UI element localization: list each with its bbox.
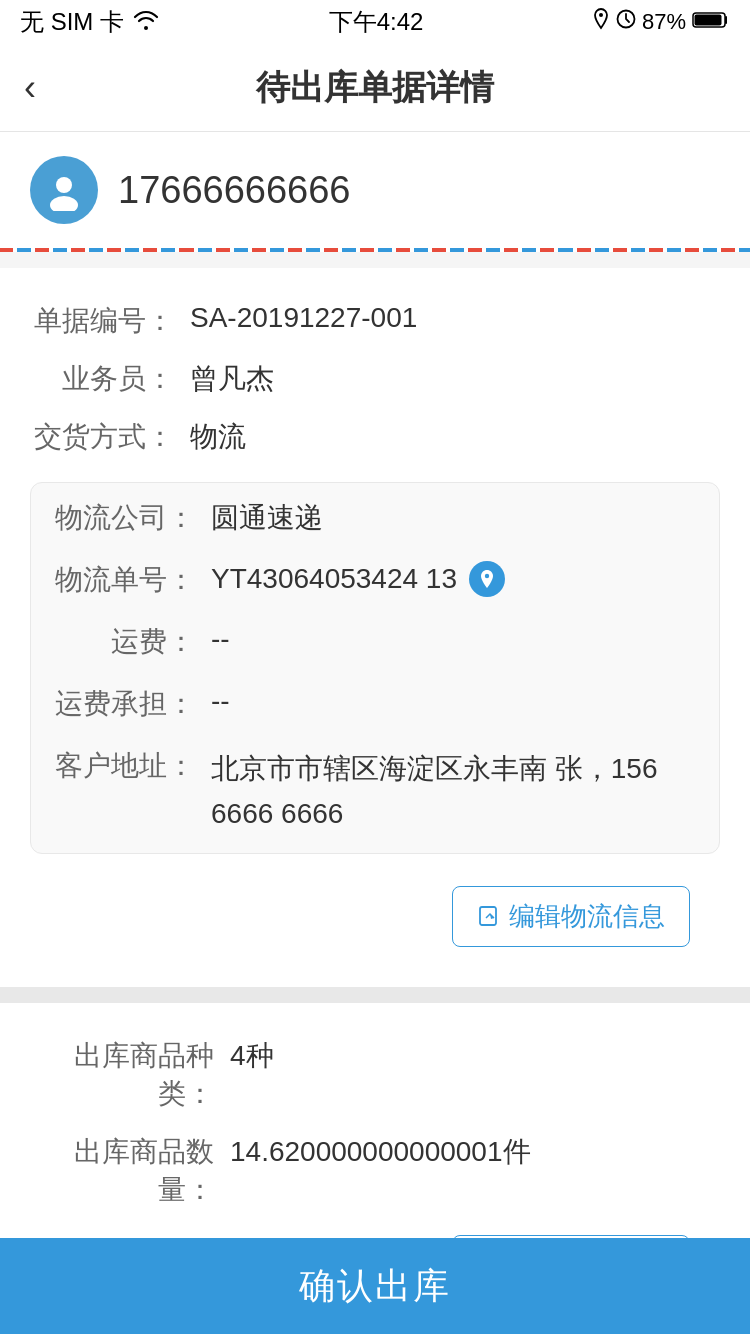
svg-rect-3 [695,15,722,26]
logistics-company-label: 物流公司： [51,499,211,537]
svg-point-0 [599,13,603,17]
address-row: 客户地址： 北京市市辖区海淀区永丰南 张，156 6666 6666 [31,735,719,849]
goods-types-label: 出库商品种类： [30,1037,230,1113]
salesman-label: 业务员： [30,360,190,398]
customer-header: 17666666666 [0,132,750,252]
edit-logistics-label: 编辑物流信息 [509,899,665,934]
edit-icon [477,904,501,928]
address-value: 北京市市辖区海淀区永丰南 张，156 6666 6666 [211,747,699,837]
freight-bearer-label: 运费承担： [51,685,211,723]
section-divider [0,987,750,1003]
carrier-text: 无 SIM 卡 [20,6,124,38]
wifi-icon [132,8,160,36]
goods-quantity-row: 出库商品数量： 14.620000000000001件 [30,1123,720,1219]
freight-row: 运费： -- [31,611,719,673]
delivery-value: 物流 [190,418,720,456]
freight-label: 运费： [51,623,211,661]
goods-quantity-label: 出库商品数量： [30,1133,230,1209]
freight-bearer-value: -- [211,685,699,717]
tracking-label: 物流单号： [51,561,211,599]
battery-text: 87% [642,9,686,35]
confirm-button[interactable]: 确认出库 [299,1262,451,1311]
avatar [30,156,98,224]
tracking-number-row: 物流单号： YT43064053424 13 [31,549,719,611]
tracking-location-icon[interactable] [469,561,505,597]
logistics-company-value: 圆通速递 [211,499,699,537]
logistics-company-row: 物流公司： 圆通速递 [31,487,719,549]
svg-point-6 [485,574,489,578]
status-right: 87% [592,8,730,36]
page-title: 待出库单据详情 [256,65,494,111]
delivery-row: 交货方式： 物流 [30,408,720,466]
location-status-icon [592,8,610,36]
edit-logistics-button[interactable]: 编辑物流信息 [452,886,690,947]
freight-bearer-row: 运费承担： -- [31,673,719,735]
customer-phone: 17666666666 [118,169,350,212]
delivery-label: 交货方式： [30,418,190,456]
order-number-label: 单据编号： [30,302,190,340]
status-bar: 无 SIM 卡 下午4:42 87% [0,0,750,44]
order-number-row: 单据编号： SA-20191227-001 [30,292,720,350]
goods-types-value: 4种 [230,1037,720,1075]
edit-action-row: 编辑物流信息 [30,870,720,963]
nav-bar: ‹ 待出库单据详情 [0,44,750,132]
order-number-value: SA-20191227-001 [190,302,720,334]
order-info-section: 单据编号： SA-20191227-001 业务员： 曾凡杰 交货方式： 物流 … [0,268,750,987]
address-label: 客户地址： [51,747,211,785]
svg-point-4 [56,177,72,193]
confirm-bar: 确认出库 [0,1238,750,1334]
tracking-value-container: YT43064053424 13 [211,561,505,597]
salesman-row: 业务员： 曾凡杰 [30,350,720,408]
battery-icon [692,9,730,35]
goods-types-row: 出库商品种类： 4种 [30,1027,720,1123]
clock-icon [616,9,636,35]
tracking-number: YT43064053424 13 [211,563,457,595]
logistics-card: 物流公司： 圆通速递 物流单号： YT43064053424 13 运费： [30,482,720,854]
salesman-value: 曾凡杰 [190,360,720,398]
goods-quantity-value: 14.620000000000001件 [230,1133,720,1171]
freight-value: -- [211,623,699,655]
status-left: 无 SIM 卡 [20,6,160,38]
time-text: 下午4:42 [329,6,424,38]
svg-point-5 [50,196,78,211]
back-button[interactable]: ‹ [24,67,36,109]
